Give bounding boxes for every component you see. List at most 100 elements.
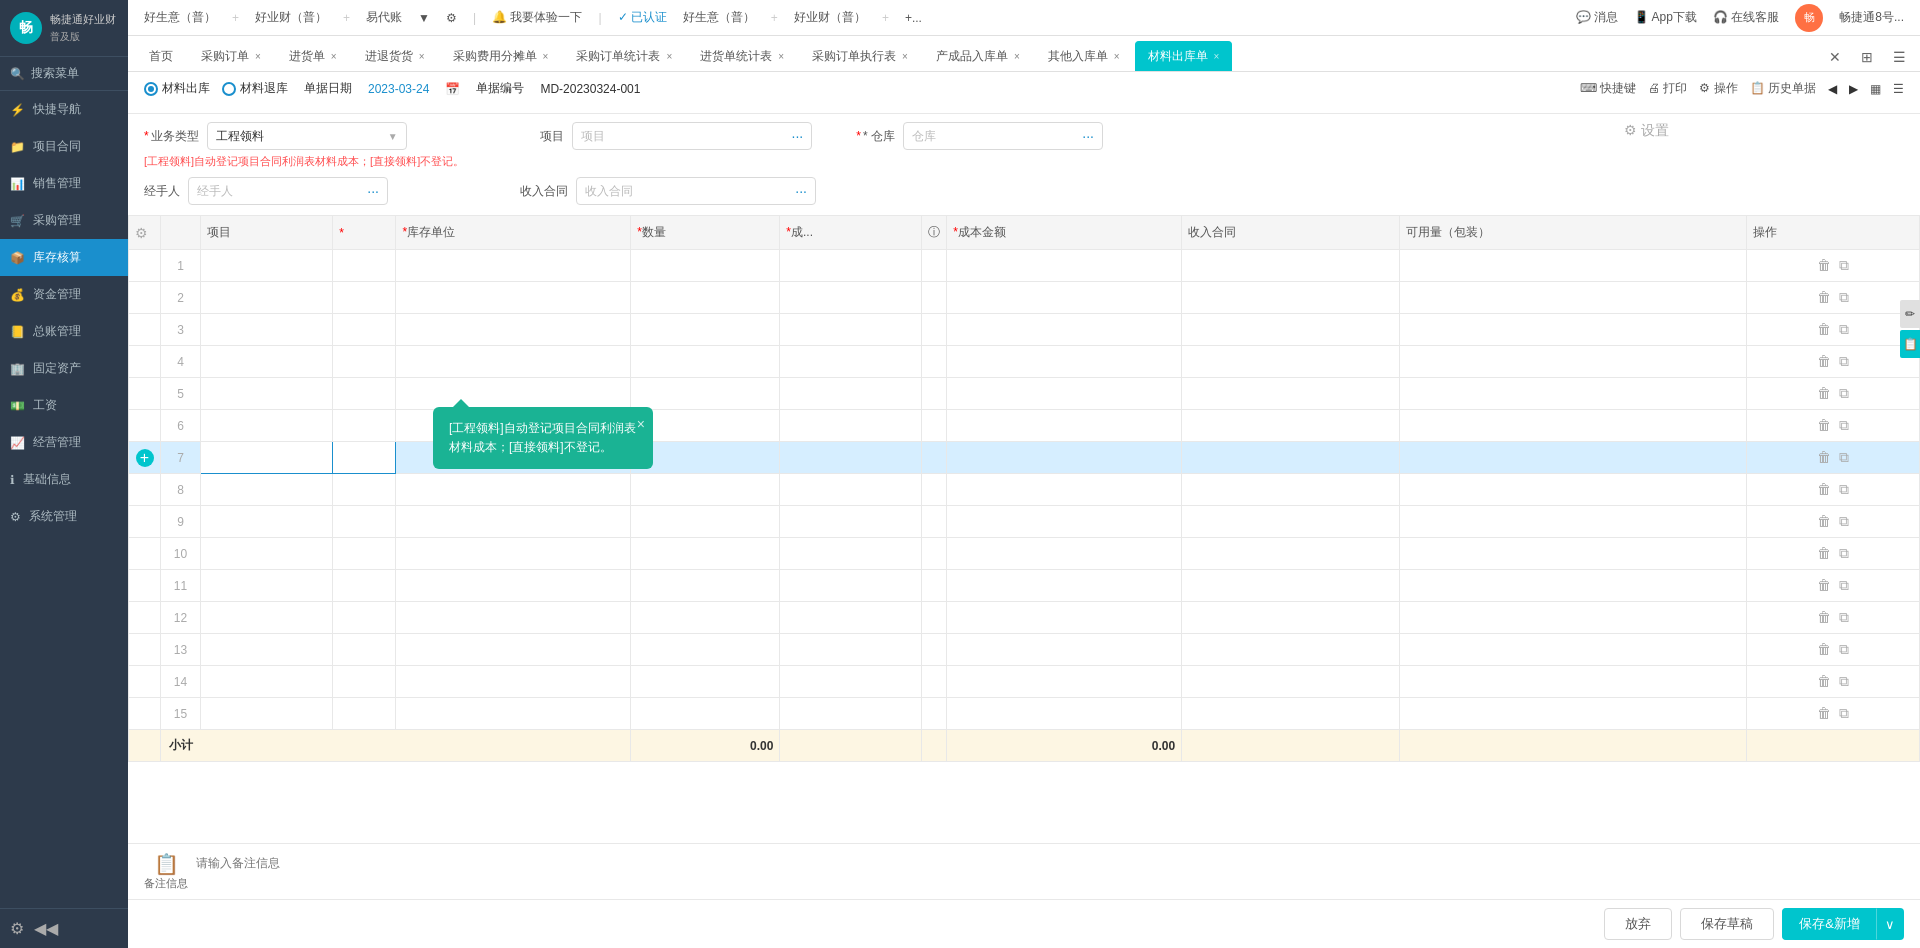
cell-quantity[interactable] [631,474,780,506]
cell-material[interactable] [333,602,396,634]
cell-unit[interactable] [396,666,631,698]
copy-row-icon[interactable]: ⧉ [1839,545,1849,561]
cell-unit[interactable] [396,378,631,410]
cell-unit[interactable] [396,570,631,602]
note-input[interactable] [196,852,1904,874]
cell-material[interactable] [333,666,396,698]
cell-cost-price[interactable] [780,282,922,314]
cell-material[interactable] [333,250,396,282]
delete-row-icon[interactable]: 🗑 [1817,417,1831,433]
delete-row-icon[interactable]: 🗑 [1817,321,1831,337]
cell-quantity[interactable] [631,346,780,378]
cell-income-contract[interactable] [1182,282,1400,314]
toolbar-history[interactable]: 📋 历史单据 [1750,80,1816,97]
cell-cost-price[interactable] [780,474,922,506]
cell-cost-amount[interactable] [947,282,1182,314]
cell-quantity[interactable] [631,442,780,474]
cell-cost-amount[interactable] [947,378,1182,410]
tab-close-purchase-in[interactable]: × [331,51,337,62]
collapse-icon[interactable]: ◀◀ [34,919,58,938]
tab-close-purchase-stats[interactable]: × [666,51,672,62]
cell-income-contract[interactable] [1182,250,1400,282]
business-type-input[interactable]: 工程领料 ▼ [207,122,407,150]
topbar-app-download[interactable]: 📱 App下载 [1634,9,1697,26]
cell-income-contract[interactable] [1182,410,1400,442]
cell-available[interactable] [1400,602,1747,634]
toolbar-print[interactable]: 🖨 打印 [1648,80,1687,97]
copy-row-icon[interactable]: ⧉ [1839,417,1849,433]
cell-material[interactable] [333,378,396,410]
delete-row-icon[interactable]: 🗑 [1817,545,1831,561]
cell-project[interactable] [201,346,333,378]
topbar-haoyecai[interactable]: 好业财（普） [255,9,327,26]
copy-row-icon[interactable]: ⧉ [1839,513,1849,529]
cell-material[interactable] [333,570,396,602]
cell-cost-amount[interactable] [947,442,1182,474]
sidebar-item-sales[interactable]: 📊 销售管理 [0,165,128,202]
cell-income-contract[interactable] [1182,442,1400,474]
cell-project[interactable] [201,602,333,634]
topbar-haoyecai2[interactable]: 好业财（普） [794,9,866,26]
toolbar-list-view[interactable]: ☰ [1893,82,1904,96]
cell-income-contract[interactable] [1182,314,1400,346]
tab-purchase-expense[interactable]: 采购费用分摊单 × [440,41,562,71]
project-input[interactable]: 项目 ··· [572,122,812,150]
cell-unit[interactable] [396,250,631,282]
sidebar-item-search[interactable]: 🔍 搜索菜单 [0,57,128,91]
cell-cost-price[interactable] [780,346,922,378]
delete-row-icon[interactable]: 🗑 [1817,385,1831,401]
tab-close-other-in[interactable]: × [1114,51,1120,62]
cell-available[interactable] [1400,570,1747,602]
tab-close-product-in[interactable]: × [1014,51,1020,62]
cell-cost-price[interactable] [780,666,922,698]
cell-cost-amount[interactable] [947,634,1182,666]
delete-row-icon[interactable]: 🗑 [1817,481,1831,497]
topbar-message[interactable]: 💬 消息 [1576,9,1618,26]
table-settings-icon[interactable]: ⚙ [135,225,148,241]
cell-cost-amount[interactable] [947,410,1182,442]
copy-row-icon[interactable]: ⧉ [1839,609,1849,625]
copy-row-icon[interactable]: ⧉ [1839,257,1849,273]
cell-project[interactable] [201,250,333,282]
cell-unit[interactable] [396,538,631,570]
cell-cost-price[interactable] [780,410,922,442]
cell-cost-amount[interactable] [947,314,1182,346]
topbar-haoshengyi[interactable]: 好生意（普） [144,9,216,26]
cell-project[interactable] [201,378,333,410]
sidebar-item-inventory[interactable]: 📦 库存核算 [0,239,128,276]
delete-row-icon[interactable]: 🗑 [1817,257,1831,273]
sidebar-item-purchase[interactable]: 🛒 采购管理 [0,202,128,239]
tab-close-all[interactable]: ✕ [1823,47,1847,67]
doc-date-value[interactable]: 2023-03-24 [368,82,429,96]
sidebar-item-project-contract[interactable]: 📁 项目合同 [0,128,128,165]
cell-cost-price[interactable] [780,314,922,346]
cell-income-contract[interactable] [1182,666,1400,698]
cell-project[interactable] [201,634,333,666]
cell-cost-amount[interactable] [947,570,1182,602]
cell-cost-price[interactable] [780,250,922,282]
cell-income-contract[interactable] [1182,570,1400,602]
delete-row-icon[interactable]: 🗑 [1817,449,1831,465]
cell-material[interactable] [333,538,396,570]
cell-available[interactable] [1400,666,1747,698]
cell-quantity[interactable] [631,506,780,538]
topbar-username[interactable]: 畅捷通8号... [1839,9,1904,26]
cell-available[interactable] [1400,634,1747,666]
topbar-settings-icon[interactable]: ⚙ [446,11,457,25]
save-new-arrow-button[interactable]: ∨ [1876,908,1904,940]
sidebar-item-quicknav[interactable]: ⚡ 快捷导航 [0,91,128,128]
toolbar-operation[interactable]: ⚙ 操作 [1699,80,1737,97]
cell-project[interactable] [201,666,333,698]
tab-purchase-in[interactable]: 进货单 × [276,41,350,71]
cell-cost-amount[interactable] [947,346,1182,378]
sidebar-item-finance[interactable]: 💰 资金管理 [0,276,128,313]
tab-close-purchase-return[interactable]: × [419,51,425,62]
cell-cost-amount[interactable] [947,474,1182,506]
right-tool-edit[interactable]: ✏ [1900,300,1920,328]
right-tool-active[interactable]: 📋 [1900,330,1920,358]
cell-unit[interactable] [396,474,631,506]
cell-income-contract[interactable] [1182,698,1400,730]
cell-cost-price[interactable] [780,506,922,538]
warehouse-dots[interactable]: ··· [1082,128,1094,144]
cell-material[interactable] [333,474,396,506]
